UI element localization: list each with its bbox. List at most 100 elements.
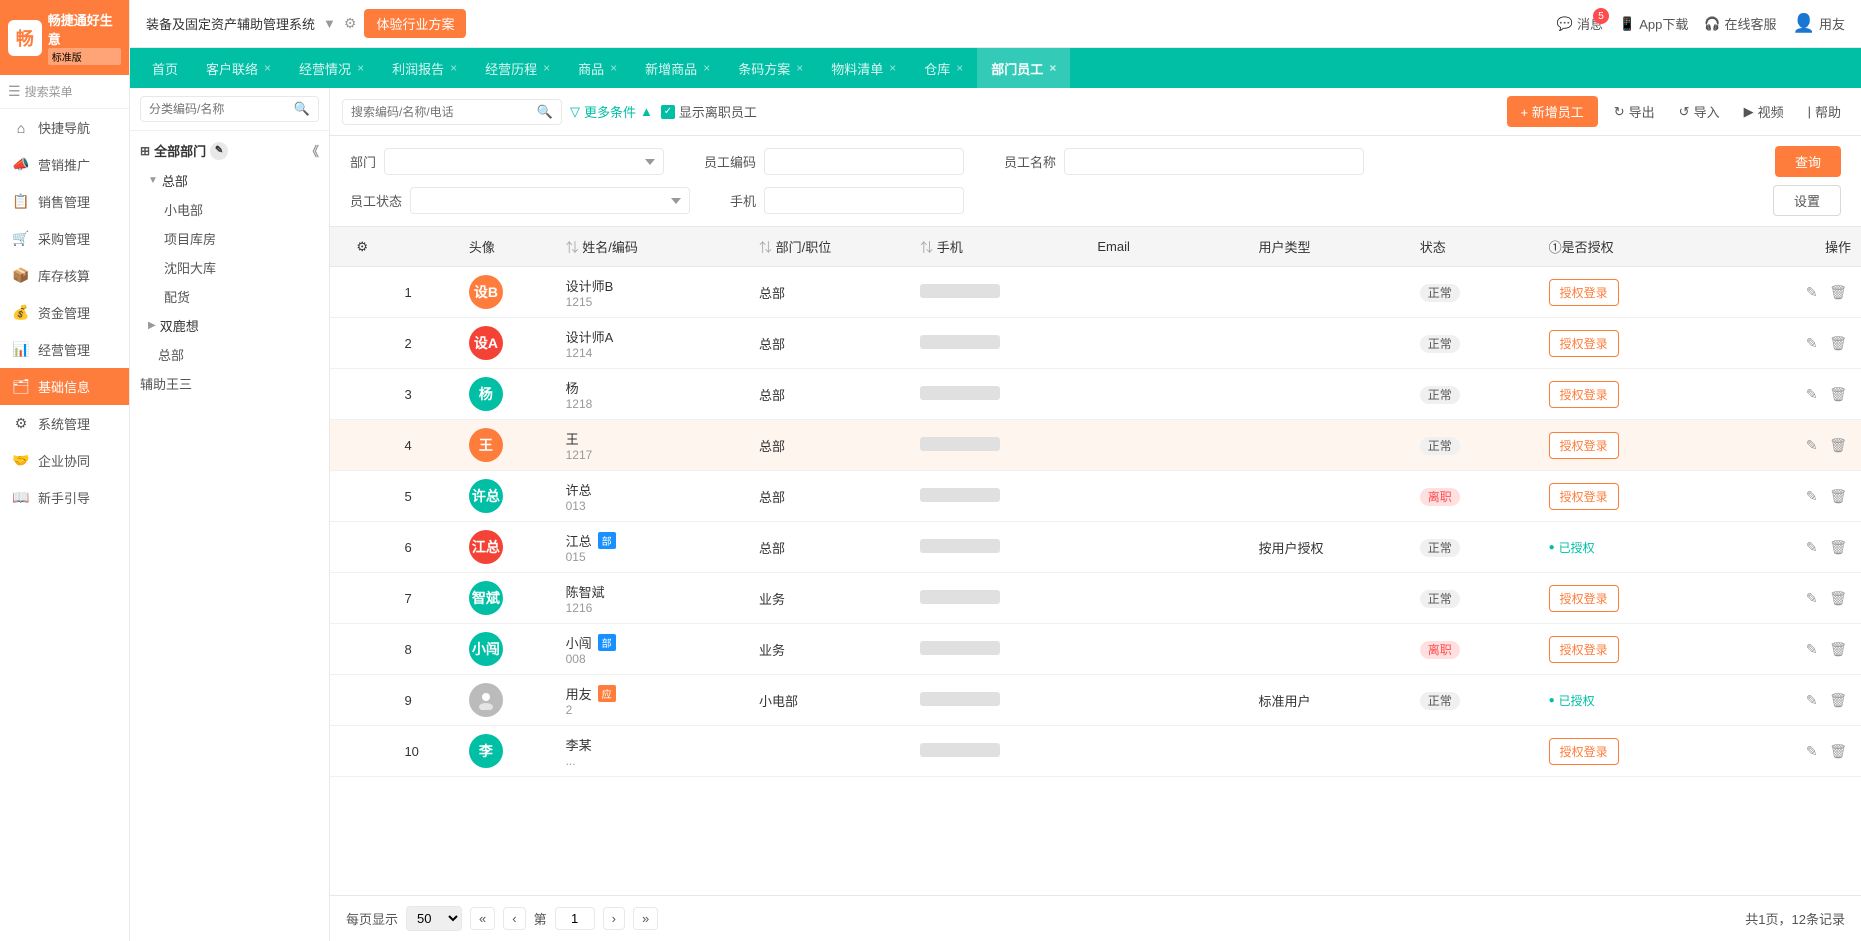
tab-home[interactable]: 首页 — [138, 48, 192, 88]
first-page-btn[interactable]: « — [470, 907, 495, 930]
tree-group-shuangluo-label[interactable]: ▶ 双鹿想 — [138, 311, 329, 340]
edit-dept-icon[interactable]: ✎ — [210, 142, 228, 160]
tree-item-zongbu2[interactable]: 总部 — [138, 340, 329, 369]
sidebar-item-sales[interactable]: 📋 销售管理 — [0, 183, 129, 220]
close-warehouse-tab[interactable]: × — [956, 61, 963, 75]
dept-search-input[interactable] — [149, 102, 290, 116]
tab-barcode[interactable]: 条码方案 × — [724, 48, 817, 88]
show-leave-checkbox[interactable]: ✓ 显示离职员工 — [661, 102, 757, 121]
delete-btn[interactable]: 🗑 — [1825, 741, 1851, 762]
phone-input[interactable] — [764, 187, 964, 214]
delete-btn[interactable]: 🗑 — [1825, 384, 1851, 405]
close-new-goods-tab[interactable]: × — [703, 61, 710, 75]
trial-btn[interactable]: 体验行业方案 — [364, 9, 466, 38]
tab-customer[interactable]: 客户联络 × — [192, 48, 285, 88]
edit-btn[interactable]: ✎ — [1802, 588, 1822, 609]
sidebar-item-purchase[interactable]: 🛒 采购管理 — [0, 220, 129, 257]
message-btn[interactable]: 💬 消息 5 — [1557, 14, 1603, 33]
edit-btn[interactable]: ✎ — [1802, 333, 1822, 354]
edit-btn[interactable]: ✎ — [1802, 537, 1822, 558]
delete-btn[interactable]: 🗑 — [1825, 537, 1851, 558]
tab-material-list[interactable]: 物料清单 × — [817, 48, 910, 88]
sidebar-item-system[interactable]: ⚙ 系统管理 — [0, 405, 129, 442]
employee-status-select[interactable] — [410, 187, 690, 214]
close-op-status-tab[interactable]: × — [357, 61, 364, 75]
edit-btn[interactable]: ✎ — [1802, 282, 1822, 303]
delete-btn[interactable]: 🗑 — [1825, 486, 1851, 507]
add-employee-btn[interactable]: + 新增员工 — [1507, 96, 1598, 127]
query-btn[interactable]: 查询 — [1775, 146, 1841, 177]
tab-goods[interactable]: 商品 × — [564, 48, 631, 88]
user-menu[interactable]: 👤 用友 — [1793, 13, 1845, 34]
col-name-code[interactable]: ⇅ 姓名/编码 — [556, 227, 749, 267]
last-page-btn[interactable]: » — [633, 907, 658, 930]
tab-new-goods[interactable]: 新增商品 × — [631, 48, 724, 88]
sidebar-item-guide[interactable]: 📖 新手引导 — [0, 479, 129, 516]
auth-btn[interactable]: 授权登录 — [1549, 585, 1619, 612]
dept-select[interactable] — [384, 148, 664, 175]
delete-btn[interactable]: 🗑 — [1825, 690, 1851, 711]
sidebar-item-quick-nav[interactable]: ⌂ 快捷导航 — [0, 109, 129, 146]
close-material-tab[interactable]: × — [889, 61, 896, 75]
col-gear[interactable]: ⚙ — [330, 227, 394, 267]
sidebar-item-finance[interactable]: 💰 资金管理 — [0, 294, 129, 331]
tab-dept-employee[interactable]: 部门员工 × — [977, 48, 1070, 88]
col-phone[interactable]: ⇅ 手机 — [910, 227, 1087, 267]
sidebar-item-basic-info[interactable]: 🗂 基础信息 — [0, 368, 129, 405]
edit-btn[interactable]: ✎ — [1802, 384, 1822, 405]
tree-group-zongbu-label[interactable]: ▼ 总部 — [138, 166, 329, 195]
edit-btn[interactable]: ✎ — [1802, 486, 1822, 507]
auth-btn[interactable]: 授权登录 — [1549, 381, 1619, 408]
sidebar-item-inventory[interactable]: 📦 库存核算 — [0, 257, 129, 294]
edit-btn[interactable]: ✎ — [1802, 690, 1822, 711]
all-depts[interactable]: ⊞ 全部部门 ✎ 《 — [130, 135, 329, 166]
sidebar-search[interactable]: ☰ 搜索菜单 — [0, 75, 129, 109]
employee-name-input[interactable] — [1064, 148, 1364, 175]
delete-btn[interactable]: 🗑 — [1825, 435, 1851, 456]
delete-btn[interactable]: 🗑 — [1825, 639, 1851, 660]
auth-btn[interactable]: 授权登录 — [1549, 432, 1619, 459]
set-btn[interactable]: 设置 — [1773, 185, 1841, 216]
auth-btn[interactable]: 授权登录 — [1549, 330, 1619, 357]
sidebar-item-cooperation[interactable]: 🤝 企业协同 — [0, 442, 129, 479]
tab-profit-report[interactable]: 利润报告 × — [378, 48, 471, 88]
close-goods-tab[interactable]: × — [610, 61, 617, 75]
export-btn[interactable]: ↻ 导出 — [1606, 96, 1663, 127]
tab-warehouse[interactable]: 仓库 × — [910, 48, 977, 88]
dept-search-box[interactable]: 🔍 — [140, 96, 319, 122]
close-op-history-tab[interactable]: × — [543, 61, 550, 75]
tree-item-xiaodian[interactable]: 小电部 — [154, 195, 329, 224]
auth-btn[interactable]: 授权登录 — [1549, 279, 1619, 306]
tab-operation-status[interactable]: 经营情况 × — [285, 48, 378, 88]
page-number-input[interactable] — [555, 907, 595, 930]
col-dept-pos[interactable]: ⇅ 部门/职位 — [749, 227, 910, 267]
per-page-select[interactable]: 50 100 200 — [406, 906, 462, 931]
delete-btn[interactable]: 🗑 — [1825, 333, 1851, 354]
import-btn[interactable]: ↺ 导入 — [1671, 96, 1728, 127]
tree-item-buzhuwangsan[interactable]: 辅助王三 — [130, 369, 329, 398]
view-btn[interactable]: ▶ 视频 — [1736, 96, 1792, 127]
collapse-btn[interactable]: 《 — [306, 141, 319, 160]
employee-code-input[interactable] — [764, 148, 964, 175]
edit-btn[interactable]: ✎ — [1802, 435, 1822, 456]
help-btn[interactable]: | 帮助 — [1800, 96, 1849, 127]
tab-operation-history[interactable]: 经营历程 × — [471, 48, 564, 88]
auth-btn[interactable]: 授权登录 — [1549, 483, 1619, 510]
sidebar-item-marketing[interactable]: 📣 营销推广 — [0, 146, 129, 183]
employee-search-input[interactable] — [351, 105, 533, 119]
filter-search-box[interactable]: 🔍 — [342, 99, 562, 125]
close-profit-tab[interactable]: × — [450, 61, 457, 75]
delete-btn[interactable]: 🗑 — [1825, 282, 1851, 303]
tree-item-shenyang[interactable]: 沈阳大库 — [154, 253, 329, 282]
prev-page-btn[interactable]: ‹ — [503, 907, 525, 930]
online-service-btn[interactable]: 🎧 在线客服 — [1704, 14, 1776, 33]
sidebar-item-operations[interactable]: 📊 经营管理 — [0, 331, 129, 368]
more-filter-btn[interactable]: ▽ 更多条件 ▲ — [570, 102, 653, 121]
tree-item-xiangmu[interactable]: 项目库房 — [154, 224, 329, 253]
gear-icon[interactable]: ⚙ — [344, 15, 357, 32]
edit-btn[interactable]: ✎ — [1802, 639, 1822, 660]
dropdown-icon[interactable]: ▼ — [323, 16, 336, 31]
app-download-btn[interactable]: 📱 App下载 — [1619, 14, 1688, 33]
tree-item-peihuo[interactable]: 配货 — [154, 282, 329, 311]
close-barcode-tab[interactable]: × — [796, 61, 803, 75]
